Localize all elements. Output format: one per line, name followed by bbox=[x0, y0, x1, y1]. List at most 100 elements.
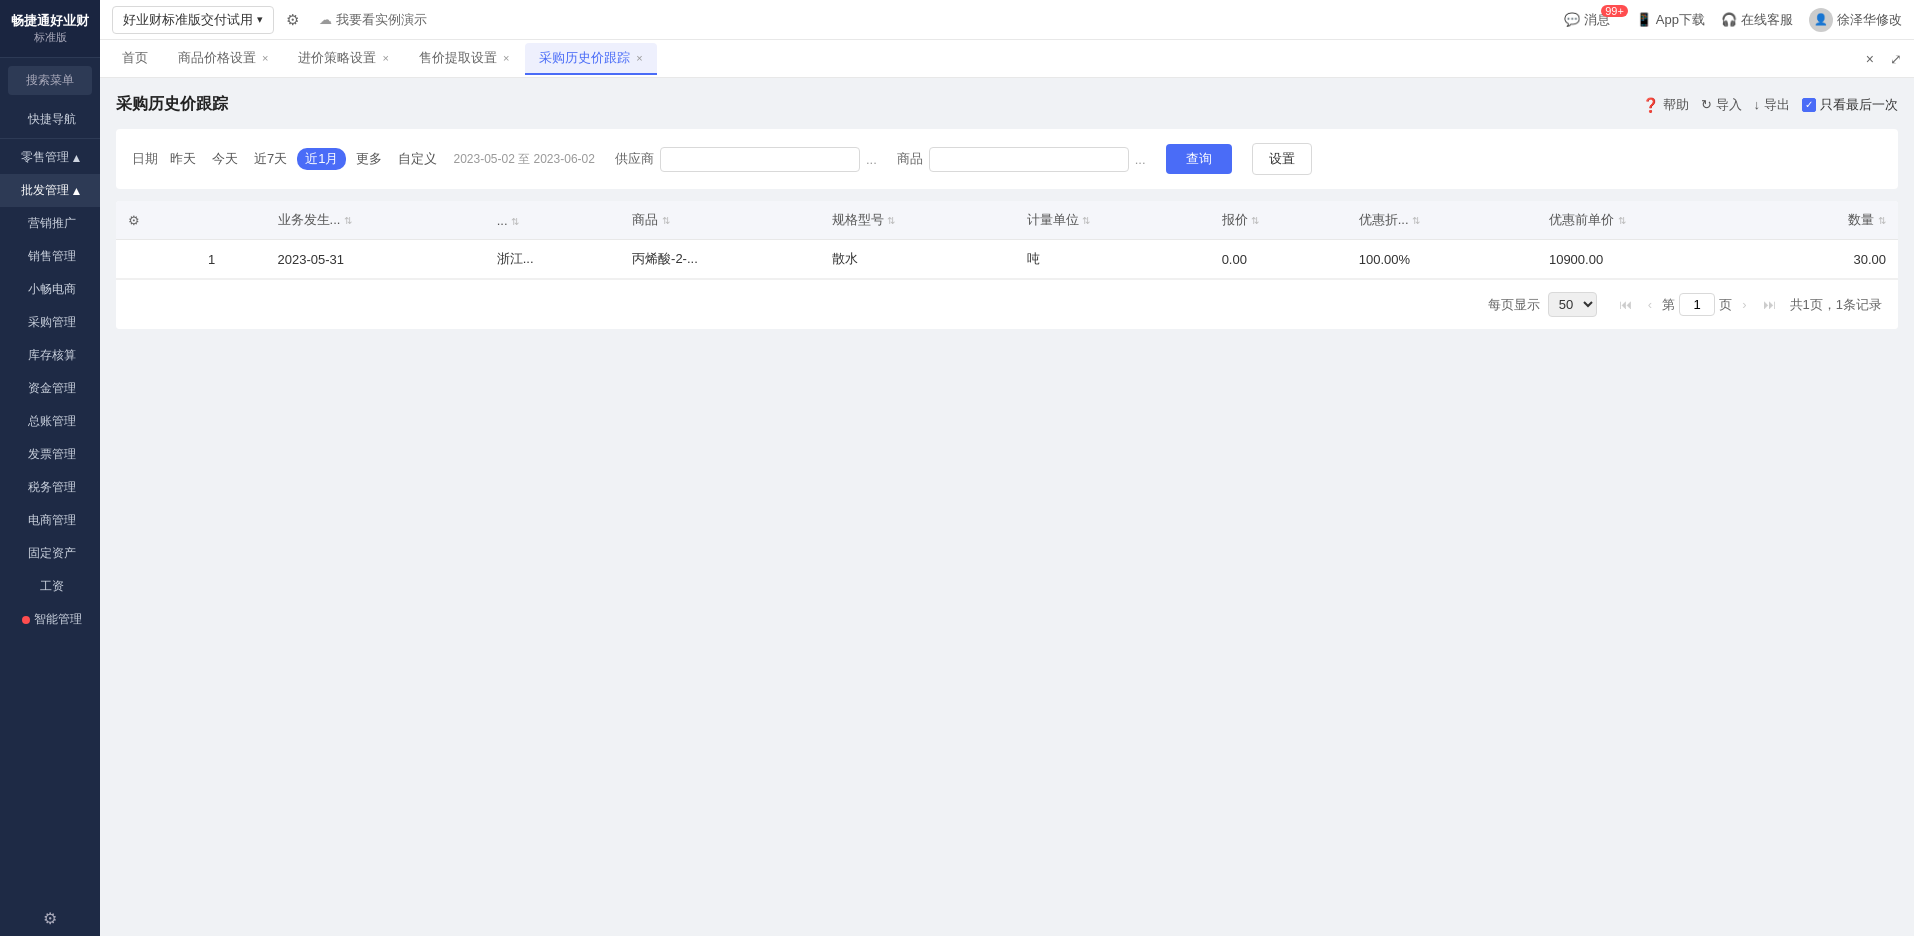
date-btn-last7[interactable]: 近7天 bbox=[248, 148, 293, 170]
sidebar-item-ecommerce-small[interactable]: 小畅电商 bbox=[0, 273, 100, 306]
version-selector[interactable]: 好业财标准版交付试用 ▾ bbox=[112, 6, 274, 34]
sidebar-item-retail[interactable]: 零售管理 ▲ bbox=[0, 141, 100, 174]
date-btn-yesterday[interactable]: 昨天 bbox=[164, 148, 202, 170]
pagination-next-btn[interactable]: › bbox=[1736, 295, 1752, 314]
per-page-label: 每页显示 bbox=[1488, 296, 1540, 314]
supplier-filter-label: 供应商 bbox=[615, 150, 654, 168]
page-number-input[interactable] bbox=[1679, 293, 1715, 316]
pagination-first-btn[interactable]: ⏮ bbox=[1613, 295, 1638, 314]
demo-link[interactable]: ☁ 我要看实例演示 bbox=[319, 11, 427, 29]
page-actions: ❓ 帮助 ↻ 导入 ↓ 导出 ✓ 只看最后一次 bbox=[1642, 96, 1899, 114]
tab-price[interactable]: 商品价格设置 × bbox=[164, 43, 282, 75]
sort-qty-icon[interactable]: ⇅ bbox=[1878, 215, 1886, 226]
tab-close-btn[interactable]: × bbox=[1862, 47, 1878, 71]
per-page-select[interactable]: 50 bbox=[1548, 292, 1597, 317]
wholesale-label: 批发管理 bbox=[21, 182, 69, 199]
import-link[interactable]: ↻ 导入 bbox=[1701, 96, 1742, 114]
user-label: 徐泽华修改 bbox=[1837, 11, 1902, 29]
sidebar-item-fixed-assets[interactable]: 固定资产 bbox=[0, 537, 100, 570]
date-btn-more[interactable]: 更多 bbox=[350, 148, 388, 170]
settings-button[interactable]: 设置 bbox=[1252, 143, 1312, 175]
tab-purchase-history-close-icon[interactable]: × bbox=[636, 52, 642, 64]
sidebar-item-marketing[interactable]: 营销推广 bbox=[0, 207, 100, 240]
goods-input[interactable] bbox=[929, 147, 1129, 172]
sort-more-icon[interactable]: ⇅ bbox=[511, 216, 519, 227]
sidebar-item-purchase[interactable]: 采购管理 bbox=[0, 306, 100, 339]
th-discount: 优惠折... ⇅ bbox=[1347, 201, 1537, 240]
tab-purchase-history-label: 采购历史价跟踪 bbox=[539, 49, 630, 67]
td-discount: 100.00% bbox=[1347, 240, 1537, 279]
search-menu-button[interactable]: 搜索菜单 bbox=[8, 66, 92, 95]
marketing-label: 营销推广 bbox=[28, 216, 76, 230]
user-avatar: 👤 bbox=[1809, 8, 1833, 32]
filter-row: 日期 昨天 今天 近7天 近1月 更多 自定义 2023-05-02 至 202… bbox=[132, 143, 1882, 175]
tab-expand-btn[interactable]: ⤢ bbox=[1886, 47, 1906, 71]
sort-unit-icon[interactable]: ⇅ bbox=[1082, 215, 1090, 226]
query-button[interactable]: 查询 bbox=[1166, 144, 1232, 174]
sort-spec-icon[interactable]: ⇅ bbox=[887, 215, 895, 226]
tab-purchase-strategy-close-icon[interactable]: × bbox=[382, 52, 388, 64]
ecommerce-small-label: 小畅电商 bbox=[28, 282, 76, 296]
sidebar-item-tax[interactable]: 税务管理 bbox=[0, 471, 100, 504]
sidebar-search-area: 搜索菜单 bbox=[0, 58, 100, 103]
page-header: 采购历史价跟踪 ❓ 帮助 ↻ 导入 ↓ 导出 ✓ 只 bbox=[116, 94, 1898, 115]
sidebar-item-inventory[interactable]: 库存核算 bbox=[0, 339, 100, 372]
last-only-checkbox[interactable]: ✓ 只看最后一次 bbox=[1802, 96, 1898, 114]
tab-home[interactable]: 首页 bbox=[108, 43, 162, 75]
pagination-last-btn[interactable]: ⏭ bbox=[1757, 295, 1782, 314]
th-date: 业务发生... ⇅ bbox=[266, 201, 485, 240]
help-link[interactable]: ❓ 帮助 bbox=[1642, 96, 1689, 114]
th-spec: 规格型号 ⇅ bbox=[820, 201, 1015, 240]
smart-dot-indicator bbox=[22, 616, 30, 624]
tab-price-close-icon[interactable]: × bbox=[262, 52, 268, 64]
sort-discount-icon[interactable]: ⇅ bbox=[1412, 215, 1420, 226]
sort-pre-discount-icon[interactable]: ⇅ bbox=[1618, 215, 1626, 226]
sort-goods-icon[interactable]: ⇅ bbox=[662, 215, 670, 226]
pagination-nav: ⏮ ‹ 第 页 › ⏭ bbox=[1613, 293, 1782, 316]
message-button[interactable]: 💬 消息 99+ bbox=[1564, 11, 1620, 29]
sidebar-item-salary[interactable]: 工资 bbox=[0, 570, 100, 603]
th-qty-label: 数量 bbox=[1848, 212, 1874, 227]
sidebar-item-invoice[interactable]: 发票管理 bbox=[0, 438, 100, 471]
settings-gear-icon[interactable]: ⚙ bbox=[282, 7, 303, 33]
tabbar: 首页 商品价格设置 × 进价策略设置 × 售价提取设置 × 采购历史价跟踪 × … bbox=[100, 40, 1914, 78]
goods-dots[interactable]: ... bbox=[1135, 152, 1146, 167]
sidebar-item-smart[interactable]: 智能管理 bbox=[0, 603, 100, 636]
gear-column-icon[interactable]: ⚙ bbox=[128, 213, 140, 228]
tab-sale-price[interactable]: 售价提取设置 × bbox=[405, 43, 523, 75]
logo-title: 畅捷通好业财 bbox=[11, 12, 89, 30]
date-btn-custom[interactable]: 自定义 bbox=[392, 148, 443, 170]
online-service-button[interactable]: 🎧 在线客服 bbox=[1721, 11, 1793, 29]
supplier-input[interactable] bbox=[660, 147, 860, 172]
sidebar-item-ecommerce[interactable]: 电商管理 bbox=[0, 504, 100, 537]
sidebar-item-sales[interactable]: 销售管理 bbox=[0, 240, 100, 273]
sort-price-icon[interactable]: ⇅ bbox=[1251, 215, 1259, 226]
demo-text: 我要看实例演示 bbox=[336, 11, 427, 29]
tab-home-label: 首页 bbox=[122, 49, 148, 67]
page-title: 采购历史价跟踪 bbox=[116, 94, 228, 115]
sidebar-item-finance[interactable]: 资金管理 bbox=[0, 372, 100, 405]
ledger-label: 总账管理 bbox=[28, 414, 76, 428]
version-selector-text: 好业财标准版交付试用 bbox=[123, 11, 253, 29]
supplier-dots[interactable]: ... bbox=[866, 152, 877, 167]
pagination-prev-btn[interactable]: ‹ bbox=[1642, 295, 1658, 314]
sidebar-item-ledger[interactable]: 总账管理 bbox=[0, 405, 100, 438]
td-unit: 吨 bbox=[1015, 240, 1210, 279]
th-index bbox=[196, 201, 265, 240]
sidebar-settings-icon[interactable]: ⚙ bbox=[43, 910, 57, 927]
app-download-button[interactable]: 📱 App下载 bbox=[1636, 11, 1705, 29]
date-btn-today[interactable]: 今天 bbox=[206, 148, 244, 170]
smart-label: 智能管理 bbox=[34, 611, 82, 628]
export-link[interactable]: ↓ 导出 bbox=[1754, 96, 1791, 114]
tab-purchase-strategy[interactable]: 进价策略设置 × bbox=[284, 43, 402, 75]
date-btn-last1month[interactable]: 近1月 bbox=[297, 148, 346, 170]
user-profile-button[interactable]: 👤 徐泽华修改 bbox=[1809, 8, 1902, 32]
sort-date-icon[interactable]: ⇅ bbox=[344, 215, 352, 226]
td-qty: 30.00 bbox=[1761, 240, 1898, 279]
tab-purchase-history[interactable]: 采购历史价跟踪 × bbox=[525, 43, 656, 75]
supplier-filter: 供应商 ... bbox=[615, 147, 877, 172]
sidebar-item-wholesale[interactable]: 批发管理 ▲ bbox=[0, 174, 100, 207]
tab-sale-price-close-icon[interactable]: × bbox=[503, 52, 509, 64]
th-gear[interactable]: ⚙ bbox=[116, 201, 196, 240]
th-qty: 数量 ⇅ bbox=[1761, 201, 1898, 240]
